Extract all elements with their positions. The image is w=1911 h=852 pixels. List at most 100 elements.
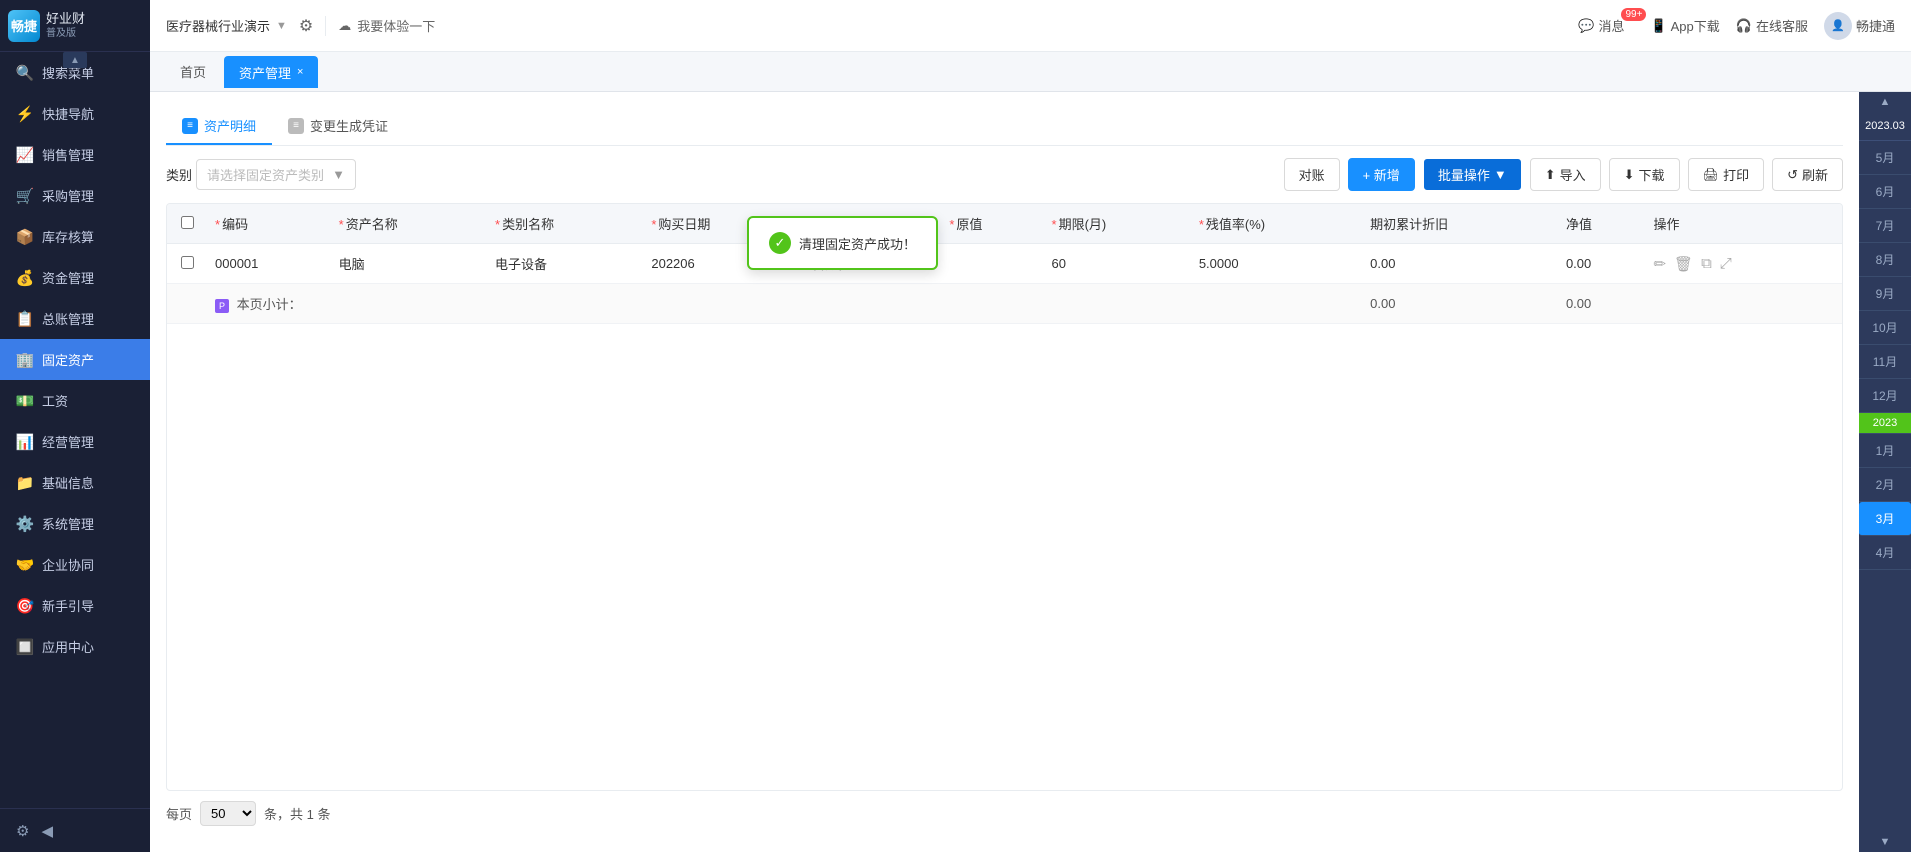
sidebar-nav: 🔍 搜索菜单 ⚡ 快捷导航 📈 销售管理 🛒 采购管理 📦 库存核算 💰 资金管… [0,52,150,808]
settings-icon[interactable]: ⚙ [16,822,29,840]
col-category: *类别名称 [487,204,643,244]
notification-icon: 💬 [1578,18,1594,34]
sub-tab-voucher[interactable]: ≡ 变更生成凭证 [272,108,404,145]
sidebar-item-guide[interactable]: 🎯 新手引导 [0,585,150,626]
sidebar-item-quicknav[interactable]: ⚡ 快捷导航 [0,93,150,134]
calendar-month-5[interactable]: 5月 [1859,141,1911,175]
sidebar-scroll-up[interactable]: ▲ [63,52,87,68]
sub-tabs: ≡ 资产明细 ≡ 变更生成凭证 [166,108,1843,146]
calendar-prev-btn[interactable]: ▲ [1859,92,1911,112]
assets-table: *编码 *资产名称 *类别名称 *购买日期 折旧方法 *原值 *期限(月) *残… [167,204,1842,324]
refresh-btn[interactable]: ↺ 刷新 [1772,158,1843,191]
category-select-box[interactable]: 请选择固定资产类别 ▼ [196,159,356,190]
cell-code: 000001 [207,244,331,284]
calendar-month-8[interactable]: 8月 [1859,243,1911,277]
sidebar-header: 畅捷 好业财 普及版 [0,0,150,52]
fund-icon: 💰 [16,269,34,287]
sidebar-item-payroll[interactable]: 💵 工资 [0,380,150,421]
calendar-month-10[interactable]: 10月 [1859,311,1911,345]
cell-net-value: 0.00 [1558,244,1645,284]
user-profile[interactable]: 👤 畅捷通 [1824,12,1895,40]
operations-icon: 📊 [16,433,34,451]
cell-original-value [941,244,1043,284]
edit-icon[interactable]: ✏ [1653,255,1666,273]
sidebar-item-apps[interactable]: 🔲 应用中心 [0,626,150,667]
phone-icon: 📱 [1650,18,1666,34]
category-label: 类别 [166,165,192,184]
per-page-select[interactable]: 50 10 20 100 [200,801,256,826]
collapse-icon[interactable]: ◀ [41,822,53,840]
sidebar-item-system[interactable]: ⚙️ 系统管理 [0,503,150,544]
calendar-month-7[interactable]: 7月 [1859,209,1911,243]
copy-icon[interactable]: ⧉ [1701,255,1712,273]
download-btn[interactable]: ⬇ 下载 [1609,158,1680,191]
sidebar-item-collab[interactable]: 🤝 企业协同 [0,544,150,585]
download-icon: ⬇ [1624,167,1635,183]
content-main: ≡ 资产明细 ≡ 变更生成凭证 类别 请选择固定资产类别 [150,92,1859,852]
calendar-month-4[interactable]: 4月 [1859,536,1911,570]
sidebar-item-ledger[interactable]: 📋 总账管理 [0,298,150,339]
select-chevron-icon: ▼ [332,167,345,182]
calendar-month-3[interactable]: 3月 [1859,502,1911,536]
delete-icon[interactable]: 🗑 [1674,255,1693,273]
success-toast: ✓ 清理固定资产成功！ [747,216,938,270]
calendar-header: 2023.03 [1859,112,1911,141]
system-icon: ⚙️ [16,515,34,533]
col-period: *期限(月) [1044,204,1191,244]
print-btn[interactable]: 🖨 打印 [1688,158,1765,191]
subtotal-row: P 本页小计： 0.00 0.00 [167,284,1842,324]
select-all-checkbox[interactable] [181,216,194,229]
cell-period: 60 [1044,244,1191,284]
import-btn[interactable]: ⬆ 导入 [1530,158,1601,191]
fixed-assets-icon: 🏢 [16,351,34,369]
print-icon: 🖨 [1703,167,1720,183]
subtotal-label: P 本页小计： [207,284,1362,324]
col-residual-rate: *残值率(%) [1191,204,1362,244]
sub-tab-assets[interactable]: ≡ 资产明细 [166,108,272,145]
calendar-bottom-icon[interactable]: ▼ [1859,832,1911,852]
sidebar-item-operations[interactable]: 📊 经营管理 [0,421,150,462]
online-service-btn[interactable]: 🎧 在线客服 [1736,16,1808,35]
new-btn[interactable]: + 新增 [1348,158,1415,191]
table-row: 000001 电脑 电子设备 202206 年限平均 60 5.0000 0.0… [167,244,1842,284]
toolbar-left: 类别 请选择固定资产类别 ▼ [166,159,356,190]
cell-residual-rate: 5.0000 [1191,244,1362,284]
calendar-month-6[interactable]: 6月 [1859,175,1911,209]
cloud-icon: ☁ [338,18,351,34]
sidebar-item-purchase[interactable]: 🛒 采购管理 [0,175,150,216]
inventory-icon: 📦 [16,228,34,246]
right-panel: ▲ 2023.03 5月 6月 7月 8月 9月 10月 11月 12月 202… [1859,92,1911,852]
batch-btn[interactable]: 批量操作 ▼ [1423,158,1522,191]
divider [325,16,326,36]
calendar-month-1[interactable]: 1月 [1859,434,1911,468]
company-name: 医疗器械行业演示 [166,16,270,35]
calendar-month-12[interactable]: 12月 [1859,379,1911,413]
calendar-month-11[interactable]: 11月 [1859,345,1911,379]
row-checkbox[interactable] [181,256,194,269]
tab-close-icon[interactable]: × [297,66,303,78]
more-icon[interactable]: ⤢ [1720,255,1732,273]
reconcile-btn[interactable]: 对账 [1284,158,1340,191]
headset-icon: 🎧 [1736,18,1752,34]
tab-asset-management[interactable]: 资产管理 × [224,56,318,88]
sidebar-item-fund[interactable]: 💰 资金管理 [0,257,150,298]
calendar-month-9[interactable]: 9月 [1859,277,1911,311]
guide-icon: 🎯 [16,597,34,615]
col-actions: 操作 [1645,204,1842,244]
quicknav-icon: ⚡ [16,105,34,123]
sidebar-item-inventory[interactable]: 📦 库存核算 [0,216,150,257]
topbar-right: 💬 消息 99+ 📱 App下载 🎧 在线客服 👤 畅捷通 [1578,12,1895,40]
company-selector[interactable]: 医疗器械行业演示 ▼ [166,16,287,35]
sidebar-item-basics[interactable]: 📁 基础信息 [0,462,150,503]
avatar: 👤 [1824,12,1852,40]
notifications-btn[interactable]: 💬 消息 99+ [1578,16,1634,35]
pagination: 每页 50 10 20 100 条，共 1 条 [166,791,1843,836]
sidebar-item-sales[interactable]: 📈 销售管理 [0,134,150,175]
toolbar: 类别 请选择固定资产类别 ▼ 对账 + 新增 [166,158,1843,191]
calendar-month-2[interactable]: 2月 [1859,468,1911,502]
tab-home[interactable]: 首页 [166,56,220,87]
app-download-btn[interactable]: 📱 App下载 [1650,16,1719,35]
settings-gear-icon[interactable]: ⚙ [299,16,313,36]
sidebar-item-fixed[interactable]: 🏢 固定资产 [0,339,150,380]
experience-btn[interactable]: ☁ 我要体验一下 [338,16,435,35]
